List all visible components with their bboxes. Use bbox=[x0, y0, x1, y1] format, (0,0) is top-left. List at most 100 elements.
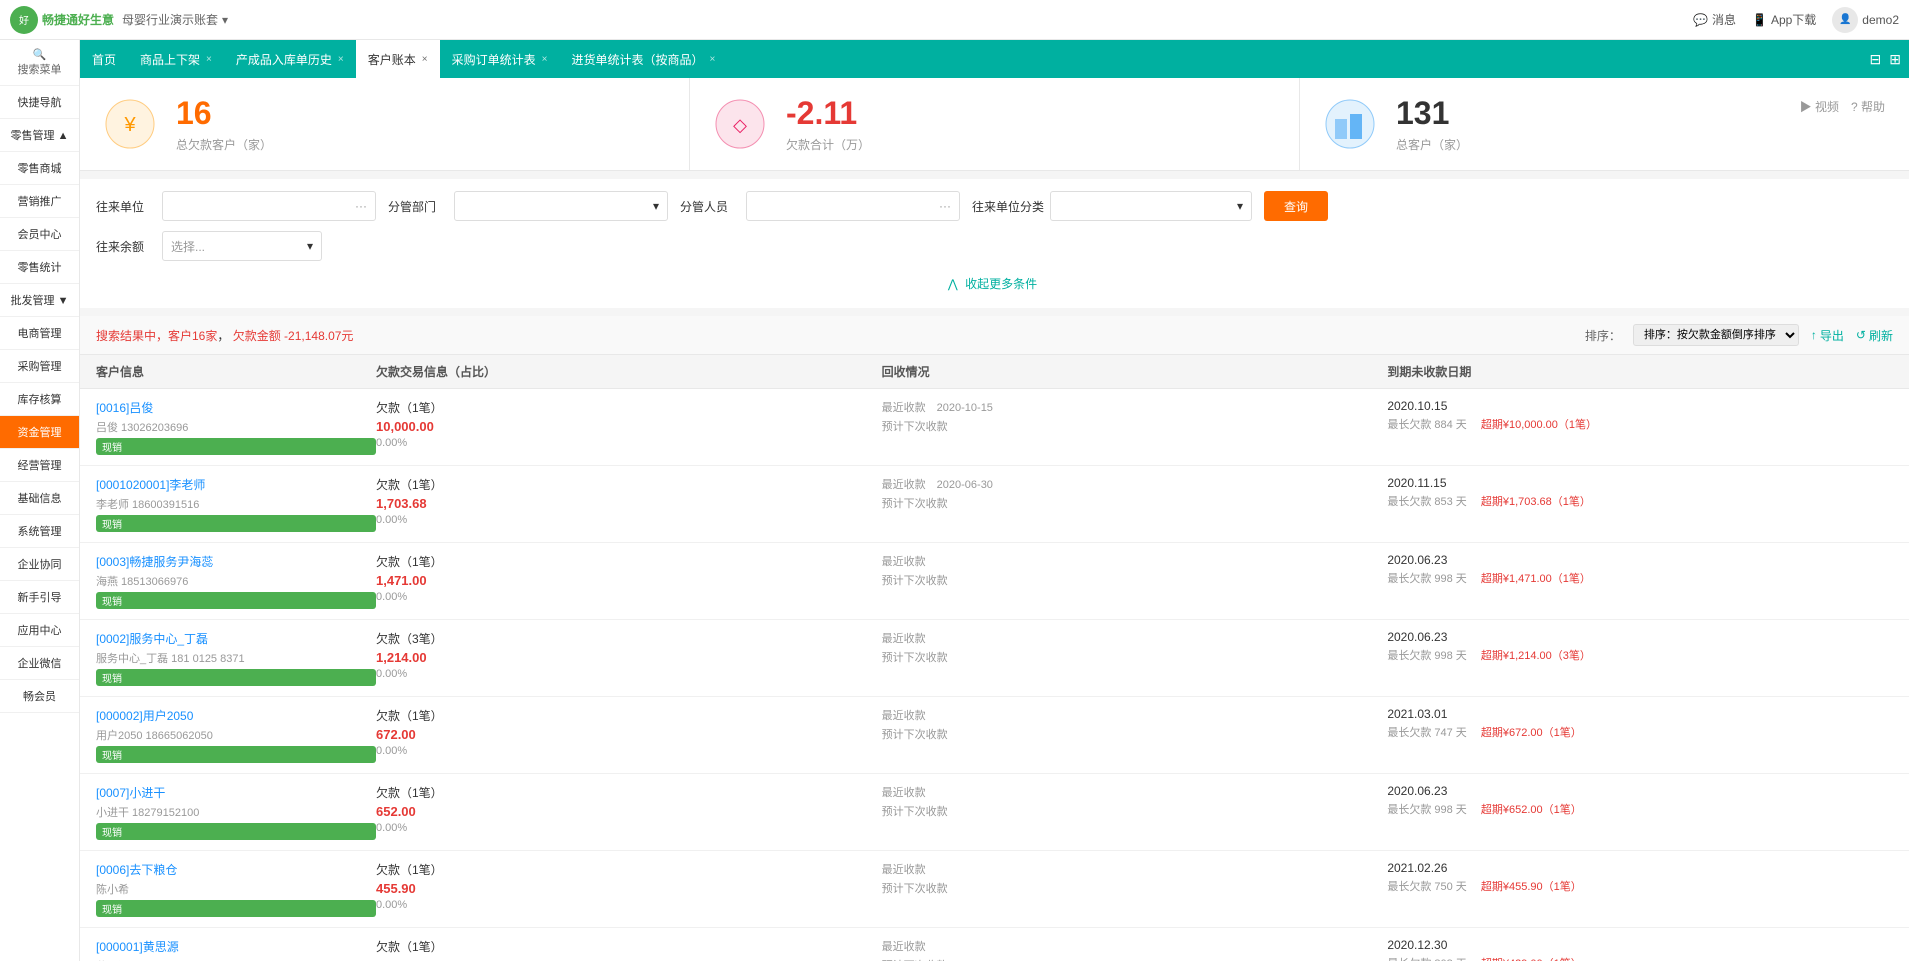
debt-percent: 0.00% bbox=[376, 591, 882, 603]
svg-text:◇: ◇ bbox=[733, 115, 747, 135]
sidebar-item-marketing[interactable]: 营销推广 bbox=[0, 185, 79, 218]
sidebar-item-quick-nav[interactable]: 快捷导航 bbox=[0, 86, 79, 119]
debt-amount[interactable]: 1,214.00 bbox=[376, 650, 882, 665]
sidebar-item-purchase[interactable]: 采购管理 bbox=[0, 350, 79, 383]
collapse-filters[interactable]: ⋀ 收起更多条件 bbox=[96, 271, 1893, 296]
chevron-up-icon: ▲ bbox=[58, 130, 69, 142]
recent-collect-label: 最近收款 bbox=[882, 938, 1388, 954]
tab-close-icon[interactable]: × bbox=[206, 54, 212, 65]
overdue-amount[interactable]: 超期¥1,471.00（1笔） bbox=[1481, 573, 1591, 585]
minimize-icon[interactable]: ⊟ bbox=[1870, 51, 1882, 68]
sidebar-item-members[interactable]: 会员中心 bbox=[0, 218, 79, 251]
sidebar-item-inventory[interactable]: 库存核算 bbox=[0, 383, 79, 416]
refresh-button[interactable]: ↺ 刷新 bbox=[1856, 327, 1893, 344]
balance-label: 往来余额 bbox=[96, 238, 156, 255]
sidebar-item-basic-info[interactable]: 基础信息 bbox=[0, 482, 79, 515]
debt-amount[interactable]: 1,471.00 bbox=[376, 573, 882, 588]
stat-label-customers: 总欠款客户（家） bbox=[176, 136, 272, 153]
tab-goods-publish[interactable]: 商品上下架 × bbox=[128, 40, 224, 78]
customer-id[interactable]: [0001020001]李老师 bbox=[96, 476, 376, 493]
customer-id[interactable]: [000001]黄思源 bbox=[96, 938, 376, 955]
overdue-days: 最长欠款 808 天 超期¥429.00（1笔） bbox=[1387, 955, 1893, 961]
sidebar-item-wechat[interactable]: 企业微信 bbox=[0, 647, 79, 680]
tab-production-history[interactable]: 产成品入库单历史 × bbox=[224, 40, 356, 78]
tab-purchase-stats[interactable]: 进货单统计表（按商品） × bbox=[559, 40, 727, 78]
customer-phone: 用户2050 18665062050 bbox=[96, 727, 376, 743]
debt-amount[interactable]: 1,703.68 bbox=[376, 496, 882, 511]
tab-close-icon[interactable]: × bbox=[422, 54, 428, 65]
sidebar-item-guide[interactable]: 新手引导 bbox=[0, 581, 79, 614]
customer-id[interactable]: [0007]小进干 bbox=[96, 784, 376, 801]
company-select[interactable]: 母婴行业演示账套 ▾ bbox=[122, 11, 228, 28]
sidebar-item-label: 库存核算 bbox=[18, 394, 62, 406]
video-help-btn[interactable]: ▶ 视频 bbox=[1800, 98, 1839, 115]
customer-id[interactable]: [0016]吕俊 bbox=[96, 399, 376, 416]
overdue-amount[interactable]: 超期¥1,214.00（3笔） bbox=[1481, 650, 1591, 662]
sidebar-item-label: 零售统计 bbox=[18, 262, 62, 274]
overdue-amount[interactable]: 超期¥672.00（1笔） bbox=[1481, 727, 1582, 739]
customer-id[interactable]: [000002]用户2050 bbox=[96, 707, 376, 724]
message-button[interactable]: 💬 消息 bbox=[1693, 11, 1736, 28]
overdue-amount[interactable]: 超期¥10,000.00（1笔） bbox=[1481, 419, 1597, 431]
maximize-icon[interactable]: ⊞ bbox=[1889, 51, 1901, 68]
tab-purchase-order[interactable]: 采购订单统计表 × bbox=[440, 40, 560, 78]
overdue-amount[interactable]: 超期¥455.90（1笔） bbox=[1481, 881, 1582, 893]
sidebar-item-retail-mall[interactable]: 零售商城 bbox=[0, 152, 79, 185]
customer-id[interactable]: [0003]畅捷服务尹海蕊 bbox=[96, 553, 376, 570]
sidebar-item-operation[interactable]: 经营管理 bbox=[0, 449, 79, 482]
tab-close-icon[interactable]: × bbox=[338, 54, 344, 65]
chevron-down-icon: ▼ bbox=[58, 295, 69, 307]
debt-amount[interactable]: 652.00 bbox=[376, 804, 882, 819]
filter-balance: 往来余额 选择... ▾ bbox=[96, 231, 376, 261]
tab-customer-account[interactable]: 客户账本 × bbox=[356, 40, 440, 78]
due-date: 2020.10.15 bbox=[1387, 399, 1893, 413]
tab-production-history-label: 产成品入库单历史 bbox=[236, 51, 332, 68]
manager-input[interactable]: ··· bbox=[746, 191, 960, 221]
sidebar-item-label: 快捷导航 bbox=[18, 97, 62, 109]
sidebar-item-vip[interactable]: 畅会员 bbox=[0, 680, 79, 713]
collection-cell: 最近收款 2020-10-15 预计下次收款 bbox=[882, 399, 1388, 455]
user-profile[interactable]: 👤 demo2 bbox=[1832, 7, 1899, 33]
export-label: 导出 bbox=[1820, 327, 1844, 344]
results-info: 搜索结果中，客户16家， 欠款金额 -21,148.07元 bbox=[96, 327, 353, 344]
sidebar-search-label: 搜索菜单 bbox=[4, 61, 75, 77]
tab-home[interactable]: 首页 bbox=[80, 40, 128, 78]
unit-category-select[interactable]: ▾ bbox=[1050, 191, 1252, 221]
debt-count: 欠款（1笔） bbox=[376, 707, 882, 724]
results-actions: 排序： 排序：按欠款金额倒序排序 ↑ 导出 ↺ 刷新 bbox=[1585, 324, 1893, 346]
sidebar-item-app-center[interactable]: 应用中心 bbox=[0, 614, 79, 647]
collection-cell: 最近收款 预计下次收款 bbox=[882, 938, 1388, 961]
overdue-amount[interactable]: 超期¥652.00（1笔） bbox=[1481, 804, 1582, 816]
sidebar-item-finance[interactable]: 资金管理 bbox=[0, 416, 79, 449]
overdue-amount[interactable]: 超期¥1,703.68（1笔） bbox=[1481, 496, 1591, 508]
debt-amount[interactable]: 455.90 bbox=[376, 881, 882, 896]
sidebar-item-wholesale[interactable]: 批发管理 ▼ bbox=[0, 284, 79, 317]
sidebar-item-retail-stats[interactable]: 零售统计 bbox=[0, 251, 79, 284]
app-download-button[interactable]: 📱 App下载 bbox=[1752, 11, 1816, 28]
sidebar-search[interactable]: 🔍 搜索菜单 bbox=[0, 40, 79, 86]
sidebar-item-system[interactable]: 系统管理 bbox=[0, 515, 79, 548]
debt-count: 欠款（3笔） bbox=[376, 630, 882, 647]
customer-badge: 现销 bbox=[96, 592, 376, 609]
sort-select[interactable]: 排序：按欠款金额倒序排序 bbox=[1633, 324, 1799, 346]
customer-id[interactable]: [0006]去下粮仓 bbox=[96, 861, 376, 878]
tab-close-icon[interactable]: × bbox=[542, 54, 548, 65]
dept-select[interactable]: ▾ bbox=[454, 191, 668, 221]
search-button[interactable]: 查询 bbox=[1264, 191, 1328, 221]
export-button[interactable]: ↑ 导出 bbox=[1811, 327, 1844, 344]
sidebar-item-enterprise[interactable]: 企业协同 bbox=[0, 548, 79, 581]
debt-amount[interactable]: 672.00 bbox=[376, 727, 882, 742]
tab-close-icon[interactable]: × bbox=[709, 54, 715, 65]
debt-amount[interactable]: 10,000.00 bbox=[376, 419, 882, 434]
app-download-label: App下载 bbox=[1771, 11, 1816, 28]
debt-cell: 欠款（1笔） 652.00 0.00% bbox=[376, 784, 882, 840]
source-unit-input[interactable]: ··· bbox=[162, 191, 376, 221]
sidebar-item-retail-mgmt[interactable]: 零售管理 ▲ bbox=[0, 119, 79, 152]
customer-id[interactable]: [0002]服务中心_丁磊 bbox=[96, 630, 376, 647]
debt-count: 欠款（1笔） bbox=[376, 553, 882, 570]
guide-help-btn[interactable]: ? 帮助 bbox=[1851, 98, 1885, 115]
message-label: 消息 bbox=[1712, 11, 1736, 28]
balance-select[interactable]: 选择... ▾ bbox=[162, 231, 322, 261]
stats-bar: ¥ 16 总欠款客户（家） ◇ -2.11 欠款合计（万） bbox=[80, 78, 1909, 171]
sidebar-item-ecommerce[interactable]: 电商管理 bbox=[0, 317, 79, 350]
